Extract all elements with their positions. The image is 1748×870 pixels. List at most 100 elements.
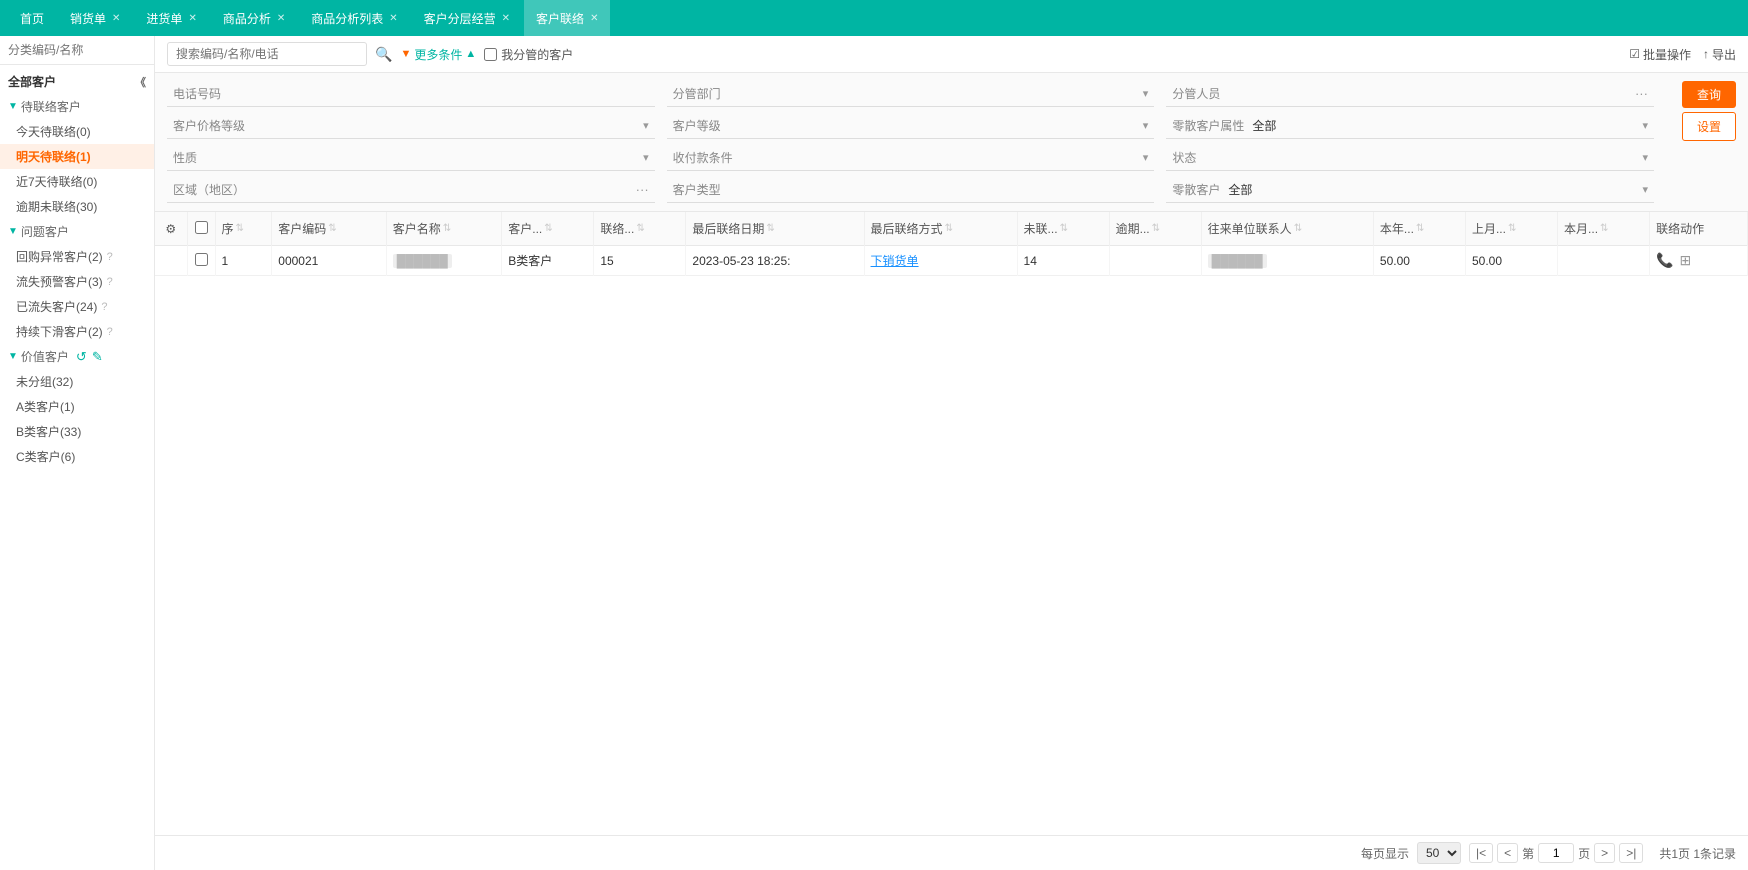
row-checkbox-cell[interactable] bbox=[187, 246, 215, 276]
sidebar-item-c-class[interactable]: C类客户(6) bbox=[0, 444, 154, 469]
my-customers-input[interactable] bbox=[484, 48, 497, 61]
customer-level-field[interactable]: 客户等级 ▾ bbox=[667, 113, 1155, 139]
col-last-method: 最后联络方式 ⇅ bbox=[864, 212, 1017, 246]
my-customers-checkbox[interactable]: 我分管的客户 bbox=[484, 46, 573, 63]
retail-customer-field[interactable]: 零散客户 全部 ▾ bbox=[1166, 177, 1654, 203]
last-method-link[interactable]: 下销货单 bbox=[871, 254, 919, 268]
dept-dropdown-icon[interactable]: ▾ bbox=[1143, 87, 1149, 100]
help-icon-4[interactable]: ? bbox=[107, 326, 113, 338]
price-level-dropdown-icon[interactable]: ▾ bbox=[643, 119, 649, 132]
nav-sales[interactable]: 销货单 ✕ bbox=[58, 0, 132, 36]
col-checkbox[interactable] bbox=[187, 212, 215, 246]
sidebar-item-today-label: 今天待联络(0) bbox=[16, 123, 91, 140]
page-size-select[interactable]: 50 bbox=[1417, 842, 1461, 864]
nav-customer-contact[interactable]: 客户联络 ✕ bbox=[524, 0, 610, 36]
sort-icon-name: ⇅ bbox=[443, 223, 451, 234]
next-page-btn[interactable]: > bbox=[1594, 843, 1615, 863]
nav-customer-tier-close[interactable]: ✕ bbox=[502, 13, 510, 24]
export-label: 导出 bbox=[1712, 46, 1736, 63]
row-checkbox[interactable] bbox=[195, 253, 208, 266]
set-button[interactable]: 设置 bbox=[1682, 112, 1736, 141]
help-icon-2[interactable]: ? bbox=[107, 276, 113, 288]
page-input[interactable] bbox=[1538, 843, 1574, 863]
nature-field[interactable]: 性质 ▾ bbox=[167, 145, 655, 171]
sidebar-item-b-class[interactable]: B类客户(33) bbox=[0, 419, 154, 444]
group-problem-label: 问题客户 bbox=[21, 223, 69, 240]
call-icon[interactable]: 📞 bbox=[1656, 252, 1673, 269]
customer-type-field[interactable]: 客户类型 bbox=[667, 177, 1155, 203]
table-container: ⚙ 序 ⇅ 客户编码 ⇅ 客户名称 ⇅ 客户... ⇅ 联络... ⇅ 最后联络… bbox=[155, 212, 1748, 835]
help-icon-1[interactable]: ? bbox=[107, 251, 113, 263]
col-last-date: 最后联络日期 ⇅ bbox=[686, 212, 864, 246]
sidebar-item-7days[interactable]: 近7天待联络(0) bbox=[0, 169, 154, 194]
first-page-btn[interactable]: |< bbox=[1469, 843, 1493, 863]
region-field[interactable]: 区域（地区） ··· bbox=[167, 177, 655, 203]
refresh-icon[interactable]: ↺ bbox=[76, 349, 87, 365]
nav-goods-analysis-close[interactable]: ✕ bbox=[277, 13, 285, 24]
dept-field[interactable]: 分管部门 ▾ bbox=[667, 81, 1155, 107]
col-this-year: 本年... ⇅ bbox=[1373, 212, 1465, 246]
sidebar-item-churn-warning[interactable]: 流失预警客户(3) ? bbox=[0, 269, 154, 294]
row-last-date-cell: 2023-05-23 18:25: bbox=[686, 246, 864, 276]
all-customers-header[interactable]: 全部客户 《 bbox=[0, 65, 154, 94]
phone-input[interactable] bbox=[229, 87, 649, 101]
nav-sales-close[interactable]: ✕ bbox=[112, 13, 120, 24]
customer-level-dropdown-icon[interactable]: ▾ bbox=[1143, 119, 1149, 132]
filter-search-icon[interactable]: 🔍 bbox=[375, 46, 392, 63]
prev-page-btn[interactable]: < bbox=[1497, 843, 1518, 863]
sidebar-item-declining[interactable]: 持续下滑客户(2) ? bbox=[0, 319, 154, 344]
edit-icon[interactable]: ✎ bbox=[92, 349, 103, 365]
sidebar-item-a-class[interactable]: A类客户(1) bbox=[0, 394, 154, 419]
sidebar-item-churned[interactable]: 已流失客户(24) ? bbox=[0, 294, 154, 319]
retail-attr-dropdown-icon[interactable]: ▾ bbox=[1642, 119, 1648, 132]
sort-icon-this-month: ⇅ bbox=[1600, 223, 1608, 234]
sidebar-item-ungrouped[interactable]: 未分组(32) bbox=[0, 369, 154, 394]
nav-purchase[interactable]: 进货单 ✕ bbox=[134, 0, 208, 36]
nav-goods-list-close[interactable]: ✕ bbox=[389, 13, 397, 24]
sidebar-item-tomorrow[interactable]: 明天待联络(1) bbox=[0, 144, 154, 169]
row-name-cell[interactable]: ██████ bbox=[386, 246, 501, 276]
select-all-checkbox[interactable] bbox=[195, 221, 208, 234]
help-icon-3[interactable]: ? bbox=[101, 301, 107, 313]
group-value-customers[interactable]: ▼ 价值客户 ↺ ✎ bbox=[0, 344, 154, 369]
nature-dropdown-icon[interactable]: ▾ bbox=[643, 151, 649, 164]
payment-dropdown-icon[interactable]: ▾ bbox=[1143, 151, 1149, 164]
region-more-btn[interactable]: ··· bbox=[636, 182, 649, 197]
more-action-icon[interactable]: ⊞ bbox=[1680, 252, 1692, 269]
sidebar-item-today[interactable]: 今天待联络(0) bbox=[0, 119, 154, 144]
payment-field[interactable]: 收付款条件 ▾ bbox=[667, 145, 1155, 171]
nav-purchase-close[interactable]: ✕ bbox=[188, 13, 196, 24]
row-last-method-cell[interactable]: 下销货单 bbox=[864, 246, 1017, 276]
nav-goods-analysis[interactable]: 商品分析 ✕ bbox=[211, 0, 297, 36]
person-field[interactable]: 分管人员 ··· bbox=[1166, 81, 1654, 107]
group-problem-customers[interactable]: ▼ 问题客户 bbox=[0, 219, 154, 244]
status-dropdown-icon[interactable]: ▾ bbox=[1642, 151, 1648, 164]
sort-icon-last-method: ⇅ bbox=[945, 223, 953, 234]
more-conditions-btn[interactable]: ▼ 更多条件 ▲ bbox=[400, 46, 476, 63]
person-more-btn[interactable]: ··· bbox=[1635, 86, 1648, 101]
nav-customer-tier[interactable]: 客户分层经营 ✕ bbox=[412, 0, 522, 36]
row-contact-cell: 15 bbox=[594, 246, 686, 276]
phone-field[interactable]: 电话号码 bbox=[167, 81, 655, 107]
query-button[interactable]: 查询 bbox=[1682, 81, 1736, 108]
sort-icon-unit-contact: ⇅ bbox=[1294, 223, 1302, 234]
group-pending-contact[interactable]: ▼ 待联络客户 bbox=[0, 94, 154, 119]
retail-attr-field[interactable]: 零散客户属性 全部 ▾ bbox=[1166, 113, 1654, 139]
status-field[interactable]: 状态 ▾ bbox=[1166, 145, 1654, 171]
nav-customer-contact-close[interactable]: ✕ bbox=[590, 13, 598, 24]
sidebar-search-input[interactable] bbox=[8, 43, 155, 57]
retail-customer-dropdown-icon[interactable]: ▾ bbox=[1642, 183, 1648, 196]
sidebar-item-churned-label: 已流失客户(24) bbox=[16, 298, 97, 315]
export-btn[interactable]: ↑ 导出 bbox=[1703, 46, 1736, 63]
col-settings[interactable]: ⚙ bbox=[155, 212, 187, 246]
col-this-month: 本月... ⇅ bbox=[1558, 212, 1650, 246]
sidebar-item-abnormal[interactable]: 回购异常客户(2) ? bbox=[0, 244, 154, 269]
sidebar-item-overdue[interactable]: 逾期未联络(30) bbox=[0, 194, 154, 219]
tri-icon3: ▼ bbox=[8, 351, 18, 362]
last-page-btn[interactable]: >| bbox=[1619, 843, 1643, 863]
nav-goods-list[interactable]: 商品分析列表 ✕ bbox=[299, 0, 409, 36]
price-level-field[interactable]: 客户价格等级 ▾ bbox=[167, 113, 655, 139]
batch-op-btn[interactable]: ☑ 批量操作 bbox=[1629, 46, 1691, 63]
nav-home[interactable]: 首页 bbox=[8, 0, 56, 36]
filter-search-input[interactable] bbox=[167, 42, 367, 66]
